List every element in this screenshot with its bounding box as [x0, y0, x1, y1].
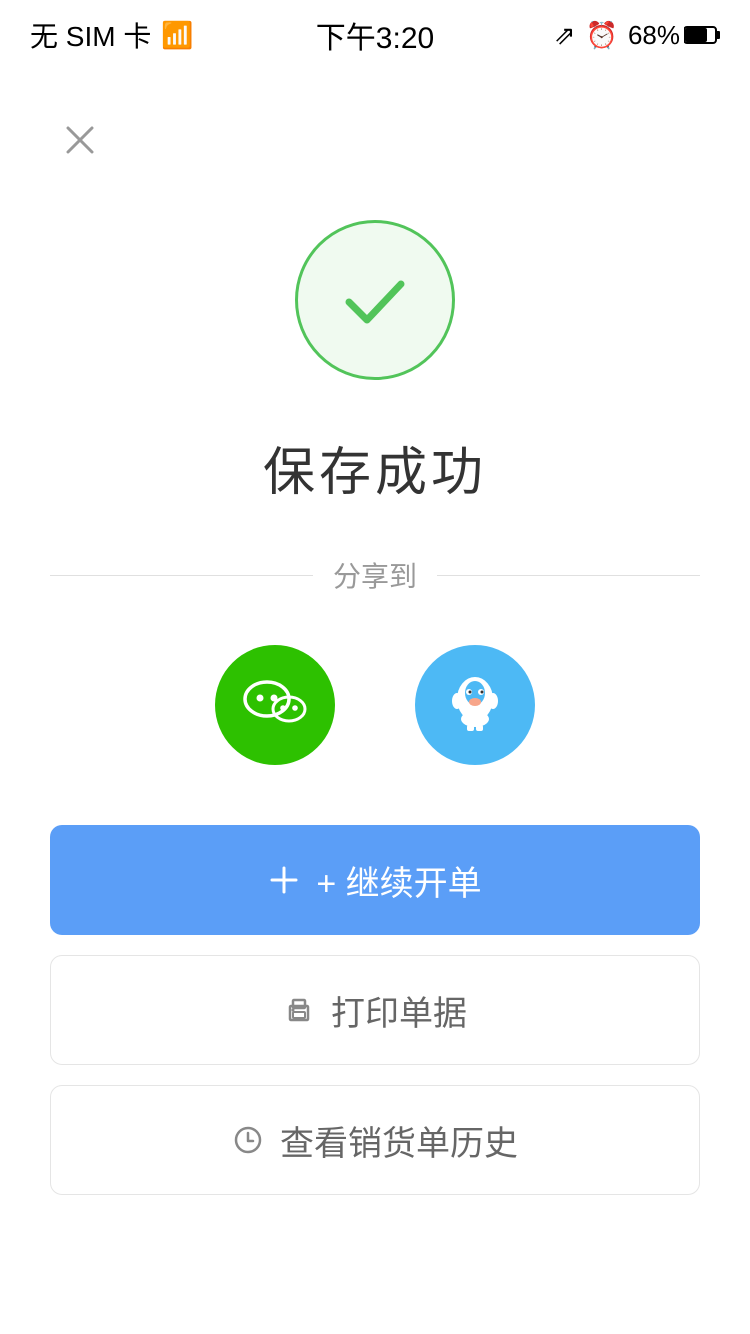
battery-percent: 68% — [628, 20, 680, 51]
status-bar: 无 SIM 卡 📶 下午3:20 ⇗ ⏰ 68% — [0, 0, 750, 70]
status-right: ⇗ ⏰ 68% — [554, 20, 720, 51]
share-icons — [50, 645, 700, 765]
status-left: 无 SIM 卡 📶 — [30, 15, 194, 55]
share-label: 分享到 — [313, 555, 437, 595]
wifi-icon: 📶 — [161, 20, 193, 51]
continue-label: + 继续开单 — [316, 856, 481, 905]
share-section: 分享到 — [50, 555, 700, 765]
checkmark-icon — [335, 260, 415, 340]
history-icon — [232, 1124, 264, 1156]
qq-icon — [439, 669, 511, 741]
main-content: 保存成功 分享到 — [0, 70, 750, 1195]
wechat-share-button[interactable] — [215, 645, 335, 765]
history-button[interactable]: 查看销货单历史 — [50, 1085, 700, 1195]
print-label: 打印单据 — [331, 986, 467, 1035]
wechat-icon — [239, 669, 311, 741]
status-time: 下午3:20 — [316, 13, 434, 57]
share-divider: 分享到 — [50, 555, 700, 595]
no-sim-label: 无 SIM 卡 — [30, 15, 151, 55]
qq-share-button[interactable] — [415, 645, 535, 765]
history-label: 查看销货单历史 — [280, 1116, 518, 1165]
alarm-icon: ⏰ — [586, 20, 618, 51]
battery-indicator: 68% — [628, 20, 720, 51]
battery-icon — [684, 25, 720, 45]
success-section: 保存成功 — [50, 190, 700, 555]
continue-button[interactable]: + 继续开单 — [50, 825, 700, 935]
print-button[interactable]: 打印单据 — [50, 955, 700, 1065]
action-buttons: + 继续开单 打印单据 查看销货单历史 — [50, 825, 700, 1195]
success-title: 保存成功 — [263, 430, 487, 505]
success-circle — [295, 220, 455, 380]
close-button[interactable] — [50, 110, 110, 170]
plus-icon — [268, 864, 300, 896]
location-icon: ⇗ — [554, 20, 576, 51]
print-icon — [283, 994, 315, 1026]
